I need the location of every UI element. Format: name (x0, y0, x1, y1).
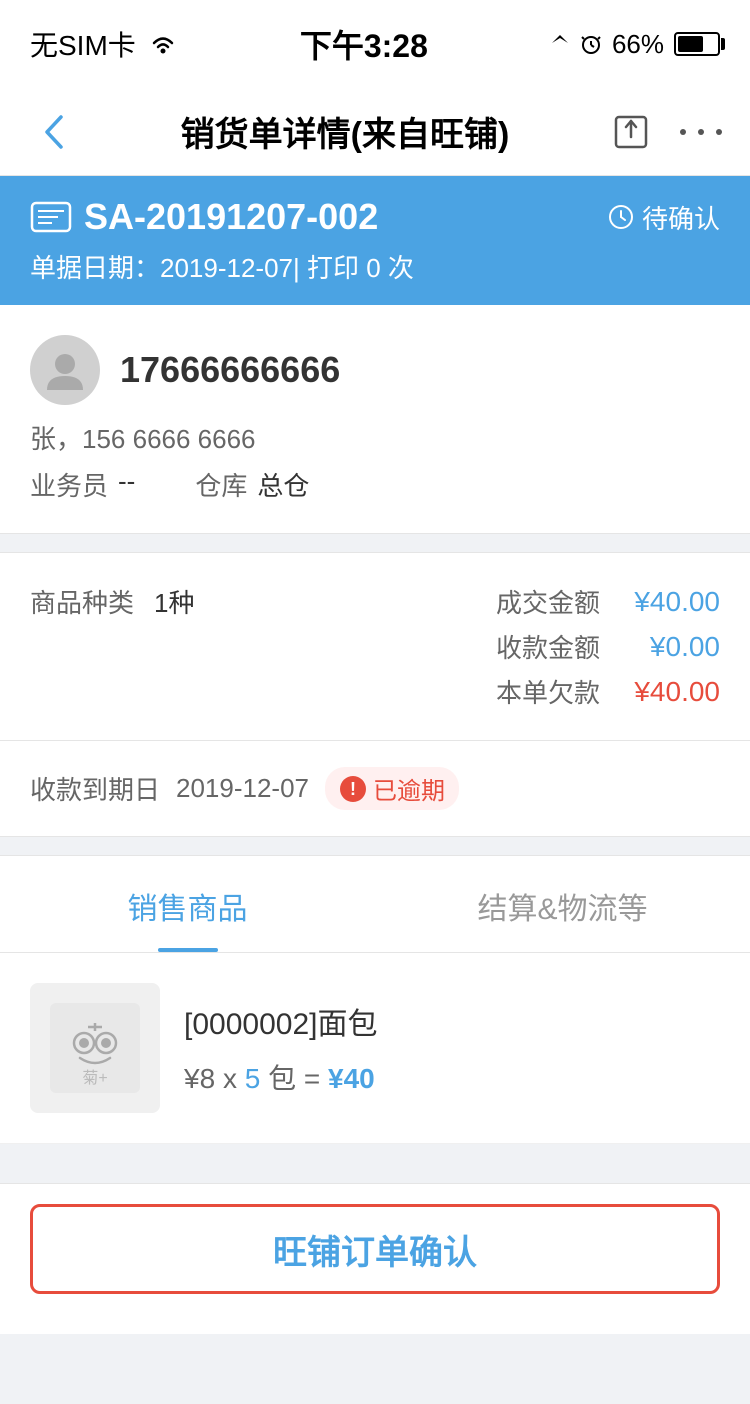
summary-section: 商品种类 1种 成交金额 ¥40.00 收款金额 ¥0.00 本单欠款 ¥40.… (0, 552, 750, 741)
type-label: 商品种类 (30, 583, 134, 620)
amount-value: ¥40.00 (620, 586, 720, 618)
received-label: 收款金额 (496, 628, 600, 665)
product-thumbnail: 菊+ (50, 1003, 140, 1093)
tabs-section: 销售商品 结算&物流等 菊+ (0, 855, 750, 1144)
received-row: 收款金额 ¥0.00 (496, 628, 720, 665)
location-icon (550, 33, 570, 55)
page-title: 销货单详情(来自旺铺) (181, 107, 510, 156)
customer-avatar (30, 335, 100, 405)
customer-row: 17666666666 (30, 335, 720, 405)
owed-row: 本单欠款 ¥40.00 (496, 673, 720, 710)
svg-text:!: ! (350, 779, 356, 799)
alarm-icon (580, 33, 602, 55)
warning-icon: ! (339, 775, 367, 803)
due-date-section: 收款到期日 2019-12-07 ! 已逾期 (0, 741, 750, 837)
sales-label: 业务员 (30, 466, 108, 503)
confirm-button[interactable]: 旺铺订单确认 (30, 1204, 720, 1294)
order-id: SA-20191207-002 (30, 196, 378, 238)
order-status: 待确认 (608, 199, 720, 236)
product-info: [0000002]面包 ¥8 x 5 包 = ¥40 (184, 999, 720, 1097)
customer-meta: 业务员 -- 仓库 总仓 (30, 466, 720, 503)
product-total: ¥40 (328, 1063, 375, 1094)
product-qty: 5 (245, 1063, 261, 1094)
order-id-row: SA-20191207-002 待确认 (30, 196, 720, 238)
battery-icon (674, 32, 720, 56)
product-name: [0000002]面包 (184, 999, 720, 1043)
order-icon (30, 201, 72, 233)
received-value: ¥0.00 (620, 631, 720, 663)
amount-label: 成交金额 (496, 583, 600, 620)
summary-grid: 商品种类 1种 成交金额 ¥40.00 收款金额 ¥0.00 本单欠款 ¥40.… (30, 583, 720, 710)
status-bar: 无SIM卡 下午3:28 66% (0, 0, 750, 88)
product-list: 菊+ [0000002]面包 ¥8 x 5 包 = ¥40 (0, 953, 750, 1144)
carrier-text: 无SIM卡 (30, 24, 136, 64)
back-button[interactable] (24, 102, 84, 162)
status-text: 待确认 (642, 199, 720, 236)
sales-meta: 业务员 -- (30, 466, 135, 503)
overdue-badge: ! 已逾期 (325, 767, 459, 810)
owed-value: ¥40.00 (620, 676, 720, 708)
due-date-value: 2019-12-07 (176, 773, 309, 804)
tab-sales-products[interactable]: 销售商品 (0, 856, 375, 952)
more-button[interactable] (676, 107, 726, 157)
bottom-bar: 旺铺订单确认 (0, 1183, 750, 1334)
wifi-icon (148, 33, 178, 55)
product-image: 菊+ (30, 983, 160, 1113)
product-unit-price: ¥8 (184, 1063, 215, 1094)
status-carrier: 无SIM卡 (30, 24, 178, 64)
status-time: 下午3:28 (300, 21, 428, 67)
warehouse-meta: 仓库 总仓 (195, 466, 309, 503)
owed-label: 本单欠款 (496, 673, 600, 710)
amount-row: 成交金额 ¥40.00 (496, 583, 720, 620)
product-price: ¥8 x 5 包 = ¥40 (184, 1057, 720, 1097)
order-header: SA-20191207-002 待确认 单据日期：2019-12-07| 打印 … (0, 176, 750, 305)
product-unit: 包 (268, 1063, 296, 1094)
customer-card: 17666666666 张，156 6666 6666 业务员 -- 仓库 总仓 (0, 305, 750, 534)
overdue-text: 已逾期 (373, 771, 445, 806)
nav-bar: 销货单详情(来自旺铺) (0, 88, 750, 176)
person-icon (43, 348, 87, 392)
type-value: 1种 (154, 583, 194, 620)
share-button[interactable] (606, 107, 656, 157)
sales-value: -- (118, 466, 135, 503)
warehouse-value: 总仓 (257, 466, 309, 503)
clock-icon (608, 204, 634, 230)
warehouse-label: 仓库 (195, 466, 247, 503)
tabs-header: 销售商品 结算&物流等 (0, 856, 750, 953)
due-date-label: 收款到期日 (30, 770, 160, 807)
amounts: 成交金额 ¥40.00 收款金额 ¥0.00 本单欠款 ¥40.00 (496, 583, 720, 710)
customer-phone: 17666666666 (120, 349, 340, 391)
nav-actions (606, 107, 726, 157)
status-right: 66% (550, 29, 720, 60)
tab-settlement[interactable]: 结算&物流等 (375, 856, 750, 952)
svg-text:菊+: 菊+ (82, 1069, 107, 1087)
customer-name: 张，156 6666 6666 (30, 419, 720, 456)
order-date: 单据日期：2019-12-07| 打印 0 次 (30, 248, 720, 285)
battery-text: 66% (612, 29, 664, 60)
product-type: 商品种类 1种 (30, 583, 194, 620)
product-item: 菊+ [0000002]面包 ¥8 x 5 包 = ¥40 (0, 953, 750, 1144)
